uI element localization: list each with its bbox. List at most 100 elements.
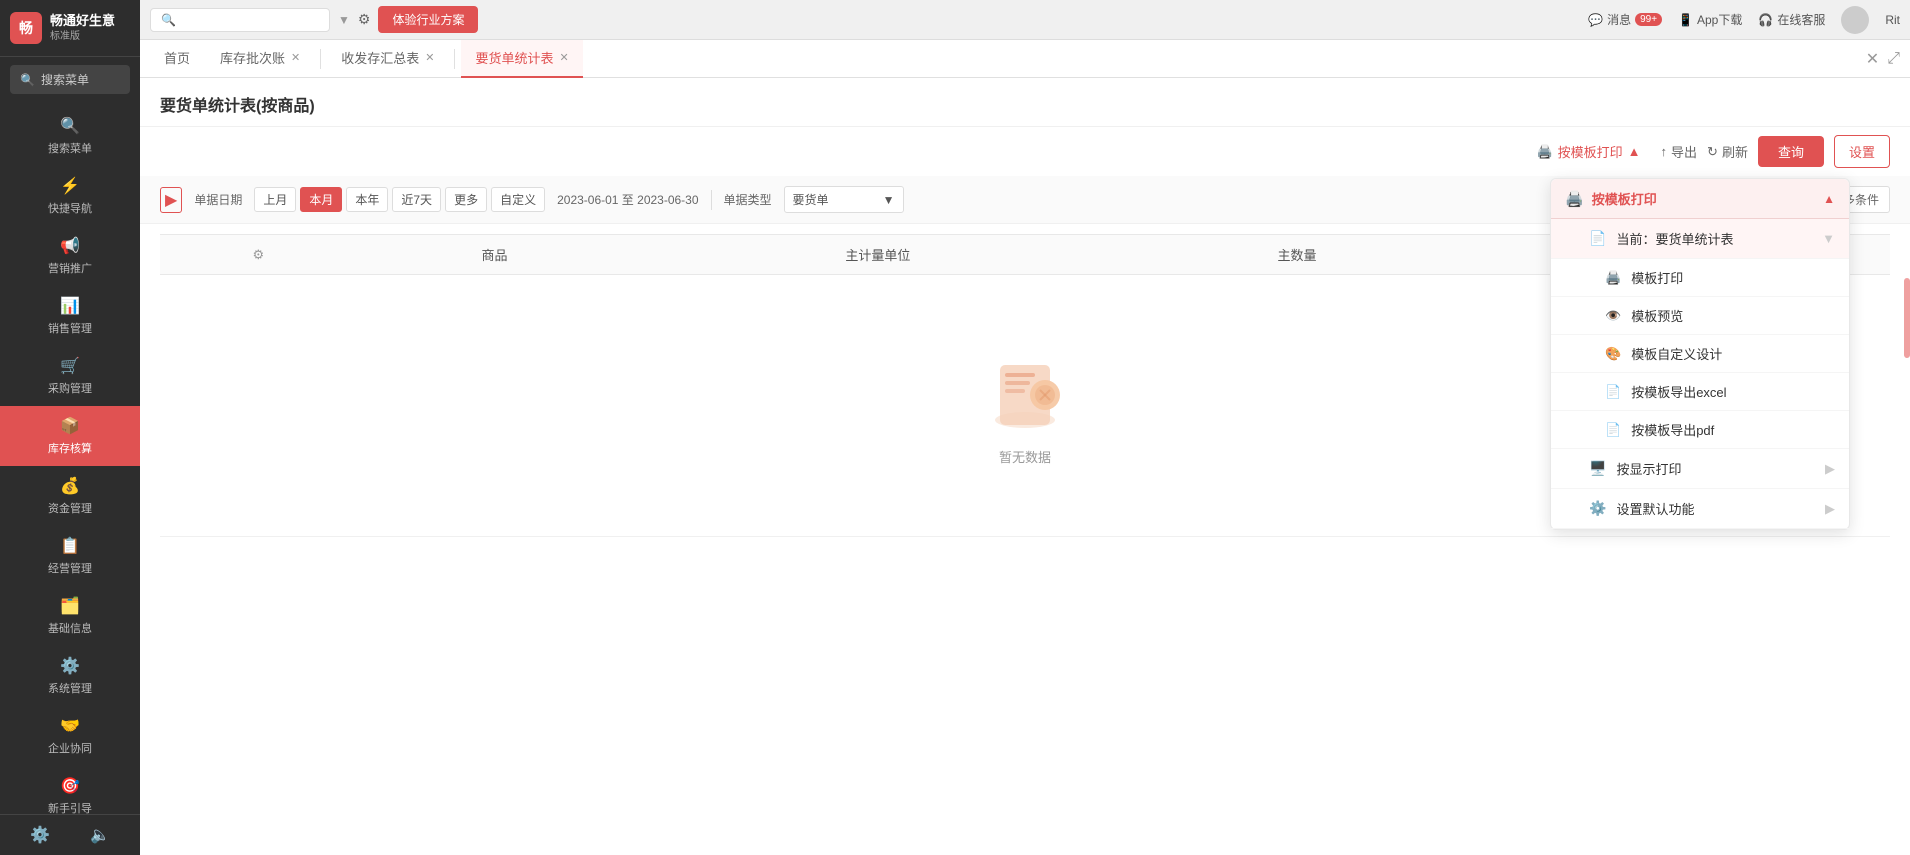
tabs-expand-icon[interactable]: ⤢ <box>1887 50 1900 68</box>
date-btn-近7天[interactable]: 近7天 <box>392 187 441 212</box>
cooperation-nav-icon: 🤝 <box>60 716 80 736</box>
message-icon: 💬 <box>1588 13 1603 27</box>
avatar[interactable] <box>1841 6 1869 34</box>
table-settings-icon[interactable]: ⚙ <box>252 247 264 262</box>
sidebar-item-basic[interactable]: 🗂️基础信息 <box>0 586 140 646</box>
tab-close-inventory-batch[interactable]: ✕ <box>291 51 300 64</box>
template-design-icon: 🎨 <box>1605 346 1621 362</box>
tab-separator <box>320 49 321 69</box>
tab-label-home: 首页 <box>164 48 190 67</box>
arrow-icon: ▶ <box>1825 501 1835 517</box>
settings-button[interactable]: 设置 <box>1834 135 1890 168</box>
sidebar-item-inventory[interactable]: 📦库存核算 <box>0 406 140 466</box>
dropdown-item-template-excel[interactable]: 📄按模板导出excel <box>1551 373 1849 411</box>
trial-button[interactable]: 体验行业方案 <box>378 6 478 33</box>
sidebar-search-area: 🔍 搜索菜单 <box>0 57 140 102</box>
print-template-button[interactable]: 🖨️ 按模板打印 ▲ <box>1526 137 1650 166</box>
printer-icon: 🖨️ <box>1536 144 1552 160</box>
dropdown-subitem-display-print[interactable]: 🖥️按显示打印▶ <box>1551 449 1849 489</box>
tab-inventory-batch[interactable]: 库存批次账 ✕ <box>206 40 314 78</box>
dropdown-subitem-default-func[interactable]: ⚙️设置默认功能▶ <box>1551 489 1849 529</box>
dropdown-item-template-pdf[interactable]: 📄按模板导出pdf <box>1551 411 1849 449</box>
dropdown-item-template-preview[interactable]: 👁️模板预览 <box>1551 297 1849 335</box>
arrow-icon: ▶ <box>1825 461 1835 477</box>
sidebar-item-cooperation[interactable]: 🤝企业协同 <box>0 706 140 766</box>
message-badge: 99+ <box>1635 13 1662 26</box>
content-area: 要货单统计表(按商品) 🖨️ 按模板打印 ▲ ↑ 导出 ↻ 刷新 查询 设置 ▶… <box>140 78 1910 855</box>
date-btn-更多[interactable]: 更多 <box>445 187 487 212</box>
tab-close-order-stats[interactable]: ✕ <box>560 51 569 64</box>
topbar-dropdown-icon[interactable]: ▼ <box>338 13 350 27</box>
print-toolbar: 🖨️ 按模板打印 ▲ ↑ 导出 ↻ 刷新 查询 设置 <box>140 127 1910 176</box>
online-service-button[interactable]: 🎧 在线客服 <box>1758 11 1825 28</box>
empty-text: 暂无数据 <box>999 447 1051 466</box>
filter-expand-arrow[interactable]: ▶ <box>160 187 182 213</box>
current-template-left: 📄 当前：要货单统计表 <box>1589 229 1733 248</box>
query-button[interactable]: 查询 <box>1758 136 1824 167</box>
message-button[interactable]: 💬 消息 99+ <box>1588 11 1662 28</box>
app-download-button[interactable]: 📱 App下载 <box>1678 11 1742 28</box>
sidebar-item-sales[interactable]: 📊销售管理 <box>0 286 140 346</box>
template-print-icon: 🖨️ <box>1605 270 1621 286</box>
print-chevron-up-icon: ▲ <box>1628 144 1641 159</box>
tabs-close-icon[interactable]: ✕ <box>1866 49 1879 69</box>
tabs-right-controls: ✕⤢ <box>1866 49 1900 69</box>
template-excel-icon: 📄 <box>1605 384 1621 400</box>
dropdown-item-template-design[interactable]: 🎨模板自定义设计 <box>1551 335 1849 373</box>
tab-home[interactable]: 首页 <box>150 40 204 78</box>
print-dropdown: 🖨️ 按模板打印 ▲ 📄 当前：要货单统计表 ▼ 🖨️模板打印👁️模板预览🎨模板… <box>1550 178 1850 530</box>
export-icon: ↑ <box>1661 144 1668 159</box>
topbar: 🔍 ▼ ⚙ 体验行业方案 💬 消息 99+ 📱 App下载 🎧 在线客服 Rit <box>140 0 1910 40</box>
order-type-select[interactable]: 要货单 ▼ <box>784 186 904 213</box>
basic-nav-icon: 🗂️ <box>60 596 80 616</box>
export-button[interactable]: ↑ 导出 <box>1661 142 1698 161</box>
app-icon: 📱 <box>1678 13 1693 27</box>
purchase-nav-icon: 🛒 <box>60 356 80 376</box>
tab-close-receipt-summary[interactable]: ✕ <box>425 51 434 64</box>
dropdown-item-template-print[interactable]: 🖨️模板打印 <box>1551 259 1849 297</box>
guide-nav-icon: 🎯 <box>60 776 80 796</box>
sidebar-item-finance[interactable]: 💰资金管理 <box>0 466 140 526</box>
topbar-gear-icon[interactable]: ⚙ <box>358 11 371 28</box>
dropdown-printer-icon: 🖨️ <box>1565 190 1584 208</box>
page-header: 要货单统计表(按商品) <box>140 78 1910 127</box>
sound-bottom-icon[interactable]: 🔈 <box>90 825 110 845</box>
filter-divider <box>711 190 712 210</box>
tab-receipt-summary[interactable]: 收发存汇总表 ✕ <box>327 40 448 78</box>
tab-order-stats[interactable]: 要货单统计表 ✕ <box>461 40 582 78</box>
search-icon: 🔍 <box>20 73 35 87</box>
date-range-label: 2023-06-01 至 2023-06-30 <box>557 191 698 208</box>
dropdown-close-chevron-icon[interactable]: ▲ <box>1823 192 1835 206</box>
page-title: 要货单统计表(按商品) <box>160 98 315 115</box>
template-pdf-icon: 📄 <box>1605 422 1621 438</box>
inventory-nav-icon: 📦 <box>60 416 80 436</box>
date-btn-本年[interactable]: 本年 <box>346 187 388 212</box>
date-btn-上月[interactable]: 上月 <box>254 187 296 212</box>
date-btn-自定义[interactable]: 自定义 <box>491 187 545 212</box>
sidebar-item-operation[interactable]: 📋经营管理 <box>0 526 140 586</box>
sidebar-item-marketing[interactable]: 📢营销推广 <box>0 226 140 286</box>
tab-label-inventory-batch: 库存批次账 <box>220 48 285 67</box>
sidebar-item-shortcut[interactable]: ⚡快捷导航 <box>0 166 140 226</box>
current-template-icon: 📄 <box>1589 230 1606 247</box>
sidebar-item-system[interactable]: ⚙️系统管理 <box>0 646 140 706</box>
operation-nav-icon: 📋 <box>60 536 80 556</box>
logo-text: 畅通好生意 标准版 <box>50 12 115 44</box>
marketing-nav-icon: 📢 <box>60 236 80 256</box>
date-btn-本月[interactable]: 本月 <box>300 187 342 212</box>
current-template-label: 当前：要货单统计表 <box>1616 229 1733 248</box>
tab-label-receipt-summary: 收发存汇总表 <box>341 48 419 67</box>
settings-bottom-icon[interactable]: ⚙️ <box>30 825 50 845</box>
sales-nav-icon: 📊 <box>60 296 80 316</box>
dropdown-title: 按模板打印 <box>1592 189 1657 208</box>
sidebar-item-purchase[interactable]: 🛒采购管理 <box>0 346 140 406</box>
search-menu-button[interactable]: 🔍 搜索菜单 <box>10 65 130 94</box>
scroll-indicator <box>1904 278 1910 358</box>
sidebar-item-guide[interactable]: 🎯新手引导 <box>0 766 140 814</box>
system-nav-icon: ⚙️ <box>60 656 80 676</box>
sidebar-item-search[interactable]: 🔍搜索菜单 <box>0 106 140 166</box>
default-func-icon: ⚙️ <box>1589 500 1606 517</box>
current-template-item[interactable]: 📄 当前：要货单统计表 ▼ <box>1551 219 1849 259</box>
topbar-right: 💬 消息 99+ 📱 App下载 🎧 在线客服 Rit <box>1588 6 1900 34</box>
refresh-button[interactable]: ↻ 刷新 <box>1707 142 1748 161</box>
